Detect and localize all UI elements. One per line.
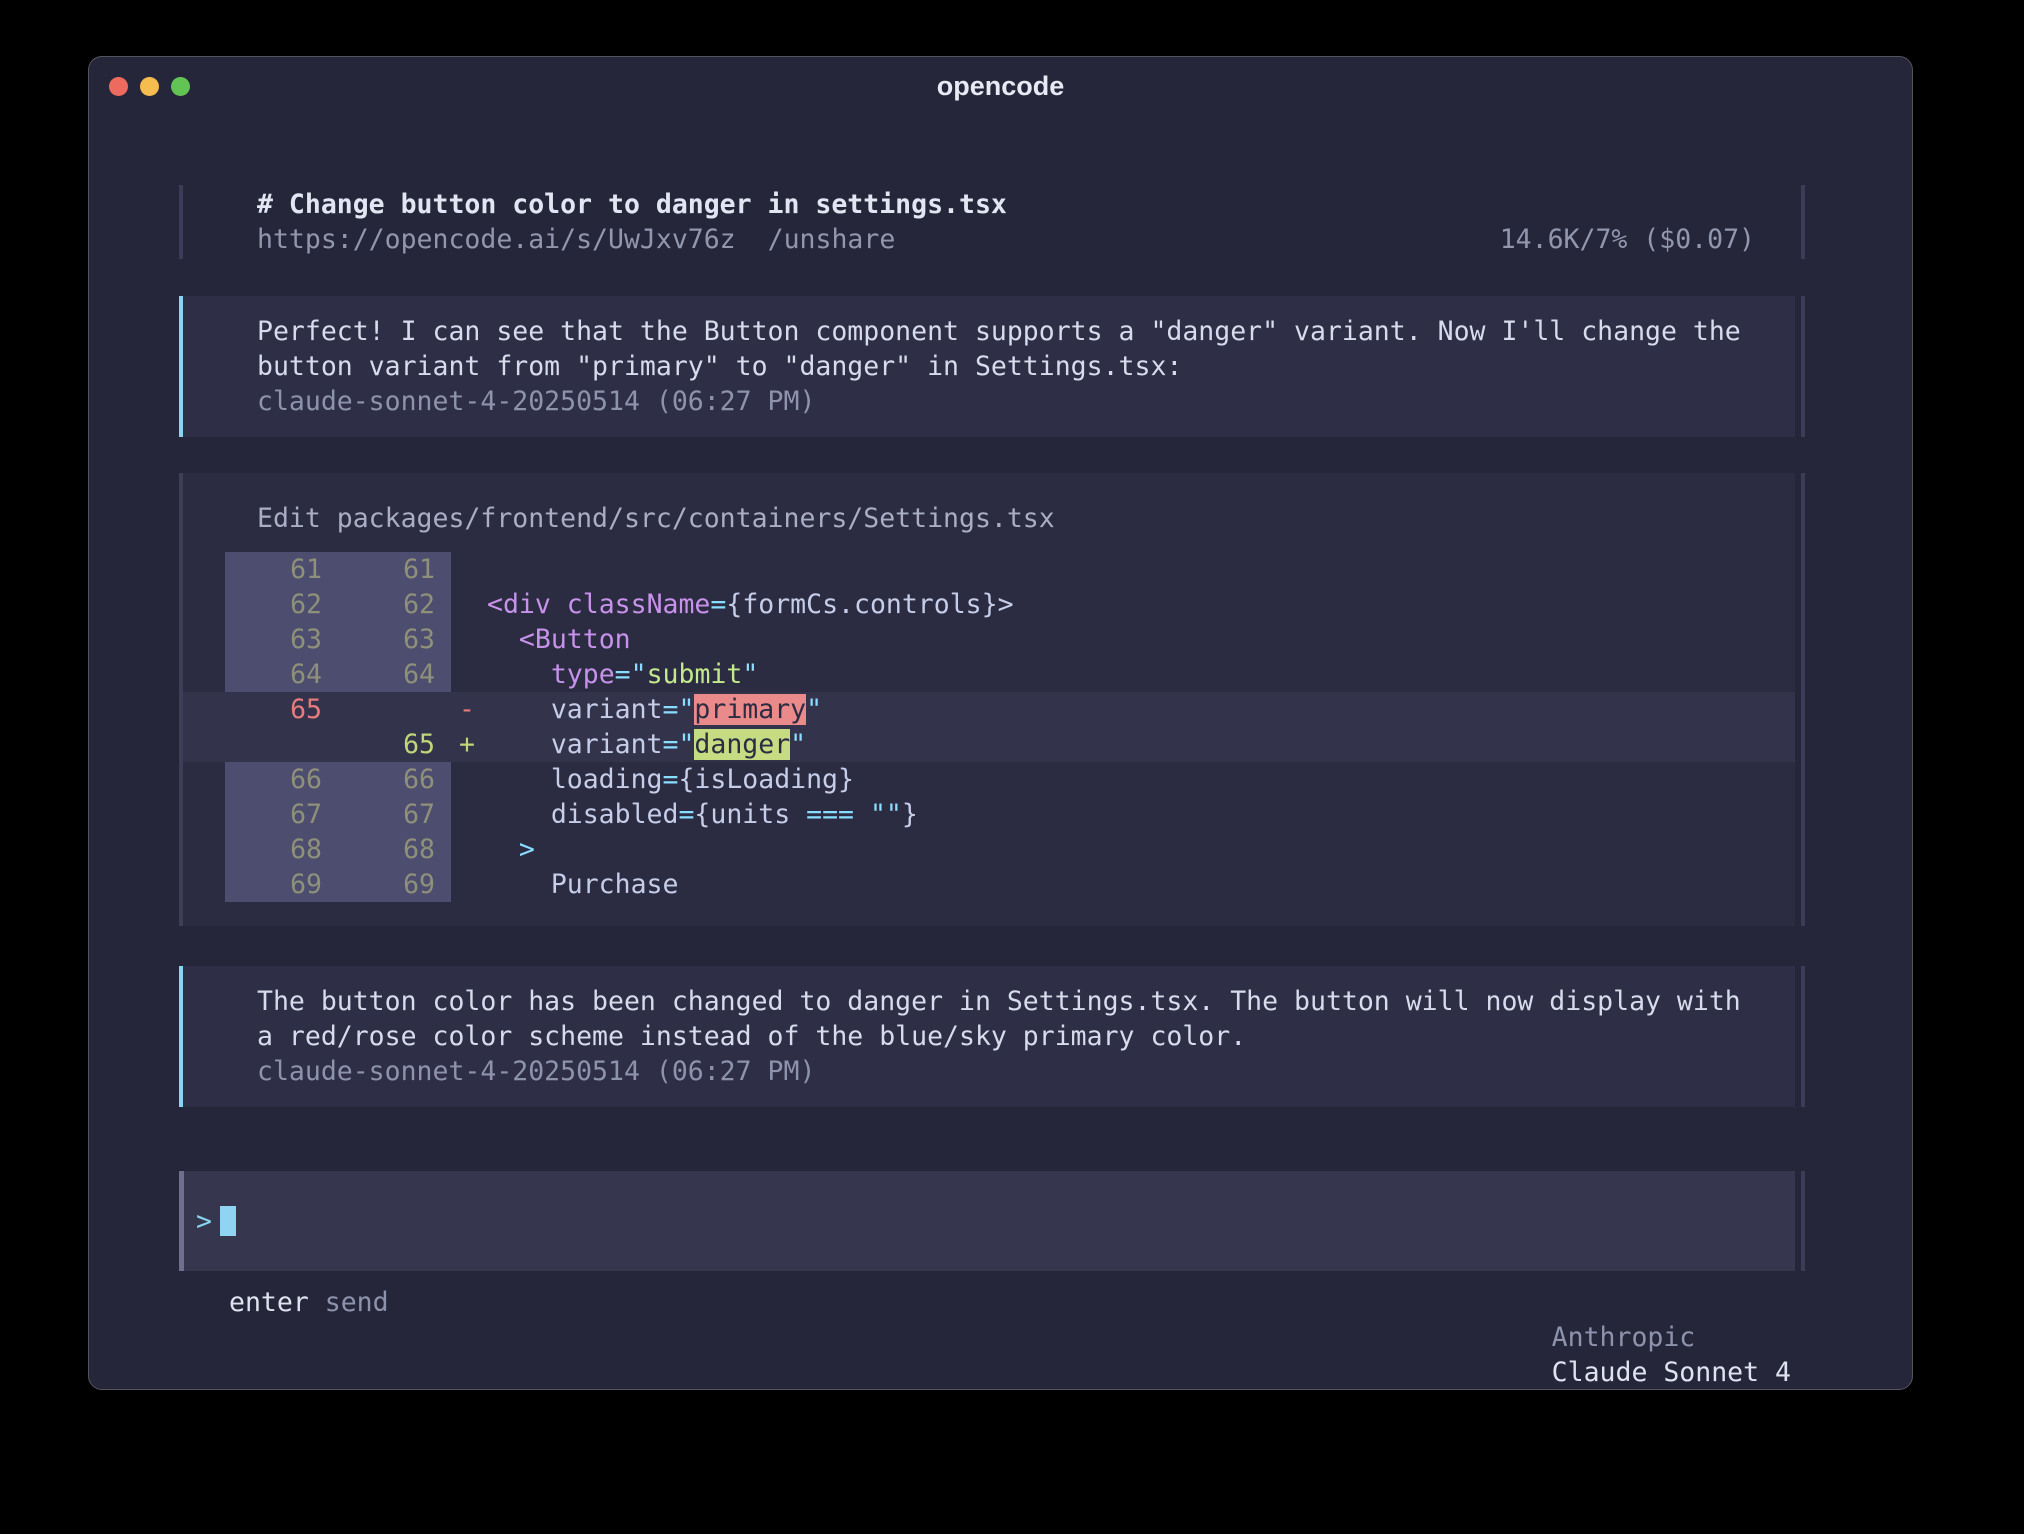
diff-rows: 61616262<div className={formCs.controls}… xyxy=(183,552,1795,902)
message-text-line: a red/rose color scheme instead of the b… xyxy=(257,1019,1795,1054)
close-window-button[interactable] xyxy=(109,77,128,96)
diff-row: 65+ variant="danger" xyxy=(183,727,1795,762)
token-usage-cost: 14.6K/7% ($0.07) xyxy=(1500,222,1755,257)
diff-row: 6262<div className={formCs.controls}> xyxy=(183,587,1795,622)
message-model-timestamp: claude-sonnet-4-20250514 (06:27 PM) xyxy=(257,1054,1795,1089)
zoom-window-button[interactable] xyxy=(171,77,190,96)
session-title: # Change button color to danger in setti… xyxy=(257,187,1795,222)
diff-row: 6868 > xyxy=(183,832,1795,867)
diff-row: 6464 type="submit" xyxy=(183,657,1795,692)
edit-file-path: Edit packages/frontend/src/containers/Se… xyxy=(183,501,1795,536)
text-cursor xyxy=(220,1206,236,1236)
opencode-window: opencode # Change button color to danger… xyxy=(88,56,1913,1390)
diff-row: 6666 loading={isLoading} xyxy=(183,762,1795,797)
minimize-window-button[interactable] xyxy=(140,77,159,96)
diff-row: 6767 disabled={units === ""} xyxy=(183,797,1795,832)
share-url-link[interactable]: https://opencode.ai/s/UwJxv76z xyxy=(257,222,736,257)
diff-row: 6161 xyxy=(183,552,1795,587)
assistant-message-2: The button color has been changed to dan… xyxy=(179,966,1805,1107)
helper-row: enter send Anthropic Claude Sonnet 4 xyxy=(179,1285,1805,1390)
edit-tool-card: Edit packages/frontend/src/containers/Se… xyxy=(179,473,1805,926)
diff-row: 6969 Purchase xyxy=(183,867,1795,902)
message-text-line: Perfect! I can see that the Button compo… xyxy=(257,314,1795,349)
message-text-line: button variant from "primary" to "danger… xyxy=(257,349,1795,384)
window-title: opencode xyxy=(937,69,1065,104)
unshare-command[interactable]: /unshare xyxy=(768,222,896,257)
message-model-timestamp: claude-sonnet-4-20250514 (06:27 PM) xyxy=(257,384,1795,419)
session-header: # Change button color to danger in setti… xyxy=(179,185,1805,259)
diff-row: 6363 <Button xyxy=(183,622,1795,657)
provider-label: Anthropic xyxy=(1552,1322,1712,1353)
prompt-input-block: > xyxy=(179,1171,1805,1271)
enter-key-hint: enter xyxy=(229,1285,309,1390)
send-hint-label: send xyxy=(309,1285,389,1390)
model-label: Claude Sonnet 4 xyxy=(1552,1357,1791,1388)
message-text-line: The button color has been changed to dan… xyxy=(257,984,1795,1019)
prompt-input[interactable]: > xyxy=(179,1171,1795,1271)
traffic-lights xyxy=(109,77,190,96)
session-content: # Change button color to danger in setti… xyxy=(89,115,1912,1390)
prompt-symbol: > xyxy=(196,1204,212,1239)
assistant-message-1: Perfect! I can see that the Button compo… xyxy=(179,296,1805,437)
diff-row: 65- variant="primary" xyxy=(183,692,1795,727)
window-titlebar: opencode xyxy=(89,57,1912,115)
